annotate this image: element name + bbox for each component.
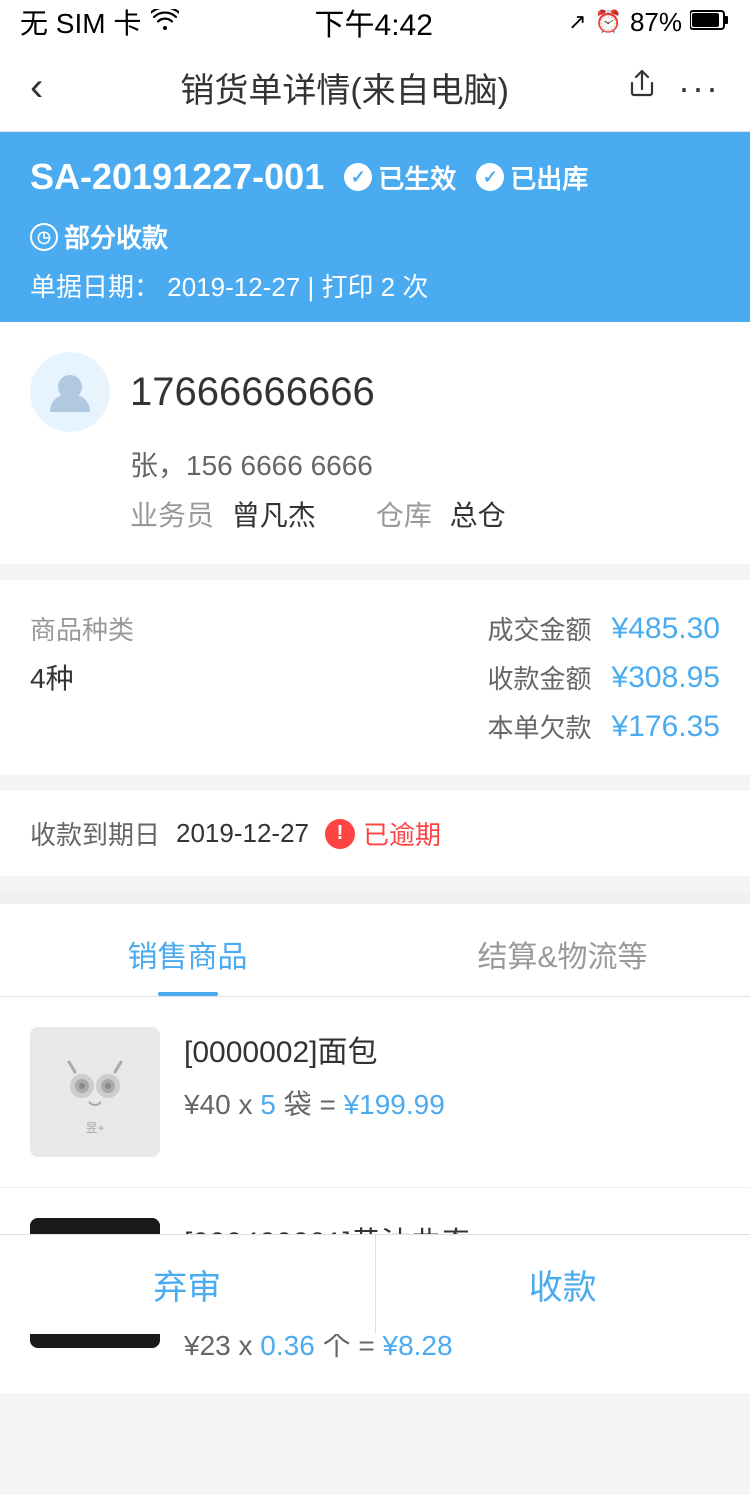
warehouse-group: 仓库 总仓 [376,494,506,534]
total-2: ¥8.28 [383,1330,453,1361]
clock-icon: ◷ [30,223,58,251]
overdue-badge: ! 已逾期 [325,815,441,852]
type-label: 商品种类 [30,610,134,647]
unit-2: 个 [323,1330,351,1361]
battery-text: 87% [630,7,682,38]
customer-section: 17666666666 张，156 6666 6666 业务员 曾凡杰 仓库 总… [0,322,750,564]
collect-payment-button[interactable]: 收款 [376,1235,750,1334]
receipt-amount-row: 收款金额 ¥308.95 [488,659,720,696]
overdue-icon: ! [325,819,355,849]
location-icon: ↗ [568,9,586,35]
quantity-1: 5 [260,1089,276,1120]
overdue-text: 已逾期 [363,815,441,852]
check-icon-1: ✓ [344,163,372,191]
tab-settlement[interactable]: 结算&物流等 [375,904,750,996]
status-effective: ✓ 已生效 [344,159,456,196]
stats-right: 成交金额 ¥485.30 收款金额 ¥308.95 本单欠款 ¥176.35 [488,610,720,745]
print-info: | 打印 2 次 [307,272,428,302]
section-divider [0,892,750,904]
product-list: 昱+ [0000002]面包 ¥40 x 5 袋 = ¥199.99 [0,997,750,1395]
more-button[interactable]: ··· [678,67,720,109]
price-unit-1: ¥40 [184,1089,231,1120]
nav-title: 销货单详情(来自电脑) [63,63,626,112]
status-right: ↗ ⏰ 87% [568,7,730,38]
sales-person-label: 业务员 [130,500,214,531]
customer-id: 17666666666 [130,370,375,415]
status-shipped: ✓ 已出库 [476,159,588,196]
back-button[interactable]: ‹ [30,65,63,110]
share-button[interactable] [626,67,658,108]
type-count: 4种 [30,657,134,697]
deal-amount-row: 成交金额 ¥485.30 [488,610,720,647]
warehouse-label: 仓库 [376,500,432,531]
customer-detail: 张，156 6666 6666 [130,444,720,484]
bottom-bar: 弃审 收款 [0,1234,750,1334]
total-1: ¥199.99 [344,1089,445,1120]
wifi-icon [151,6,179,38]
due-date: 2019-12-27 [176,818,309,849]
warehouse-value: 总仓 [450,500,506,531]
order-id: SA-20191227-001 [30,156,324,198]
battery-icon [690,7,730,38]
order-id-row: SA-20191227-001 ✓ 已生效 ✓ 已出库 ◷ 部分收款 [30,156,720,255]
debt-label: 本单欠款 [488,708,592,745]
due-section: 收款到期日 2019-12-27 ! 已逾期 [0,791,750,876]
product-thumbnail-1: 昱+ [30,1027,160,1157]
stats-section: 商品种类 4种 成交金额 ¥485.30 收款金额 ¥308.95 本单欠款 ¥… [0,580,750,775]
order-date: 2019-12-27 [167,272,300,302]
date-label: 单据日期： [30,272,160,302]
svg-text:昱+: 昱+ [85,1121,104,1135]
unit-1: 袋 [284,1089,312,1120]
status-partial-label: 部分收款 [64,218,168,255]
customer-meta: 业务员 曾凡杰 仓库 总仓 [130,494,720,534]
sales-person-value: 曾凡杰 [232,500,316,531]
tabs-section: 销售商品 结算&物流等 [0,904,750,997]
alarm-icon: ⏰ [595,9,622,35]
product-name-1: [0000002]面包 [184,1027,720,1071]
deal-label: 成交金额 [488,610,592,647]
customer-row: 17666666666 [30,352,720,432]
cancel-audit-button[interactable]: 弃审 [0,1235,376,1334]
receipt-amount: ¥308.95 [612,661,720,695]
nav-actions: ··· [626,67,720,109]
sales-person-group: 业务员 曾凡杰 [130,494,316,534]
product-price-row-1: ¥40 x 5 袋 = ¥199.99 [184,1083,720,1123]
quantity-2: 0.36 [260,1330,315,1361]
status-bar: 无 SIM 卡 下午4:42 ↗ ⏰ 87% [0,0,750,44]
list-item: 昱+ [0000002]面包 ¥40 x 5 袋 = ¥199.99 [0,997,750,1188]
status-shipped-label: 已出库 [510,159,588,196]
price-unit-2: ¥23 [184,1330,231,1361]
status-time: 下午4:42 [315,0,433,44]
order-date-row: 单据日期： 2019-12-27 | 打印 2 次 [30,267,720,304]
header-banner: SA-20191227-001 ✓ 已生效 ✓ 已出库 ◷ 部分收款 单据日期：… [0,132,750,322]
debt-amount: ¥176.35 [612,710,720,744]
nav-bar: ‹ 销货单详情(来自电脑) ··· [0,44,750,132]
due-label: 收款到期日 [30,815,160,852]
carrier-text: 无 SIM 卡 [20,2,141,42]
customer-avatar [30,352,110,432]
status-carrier: 无 SIM 卡 [20,2,179,42]
debt-amount-row: 本单欠款 ¥176.35 [488,708,720,745]
tab-sales-products[interactable]: 销售商品 [0,904,375,996]
receipt-label: 收款金额 [488,659,592,696]
product-info-1: [0000002]面包 ¥40 x 5 袋 = ¥199.99 [184,1027,720,1123]
status-partial: ◷ 部分收款 [30,218,168,255]
check-icon-2: ✓ [476,163,504,191]
stats-left: 商品种类 4种 [30,610,134,697]
status-effective-label: 已生效 [378,159,456,196]
deal-amount: ¥485.30 [612,612,720,646]
